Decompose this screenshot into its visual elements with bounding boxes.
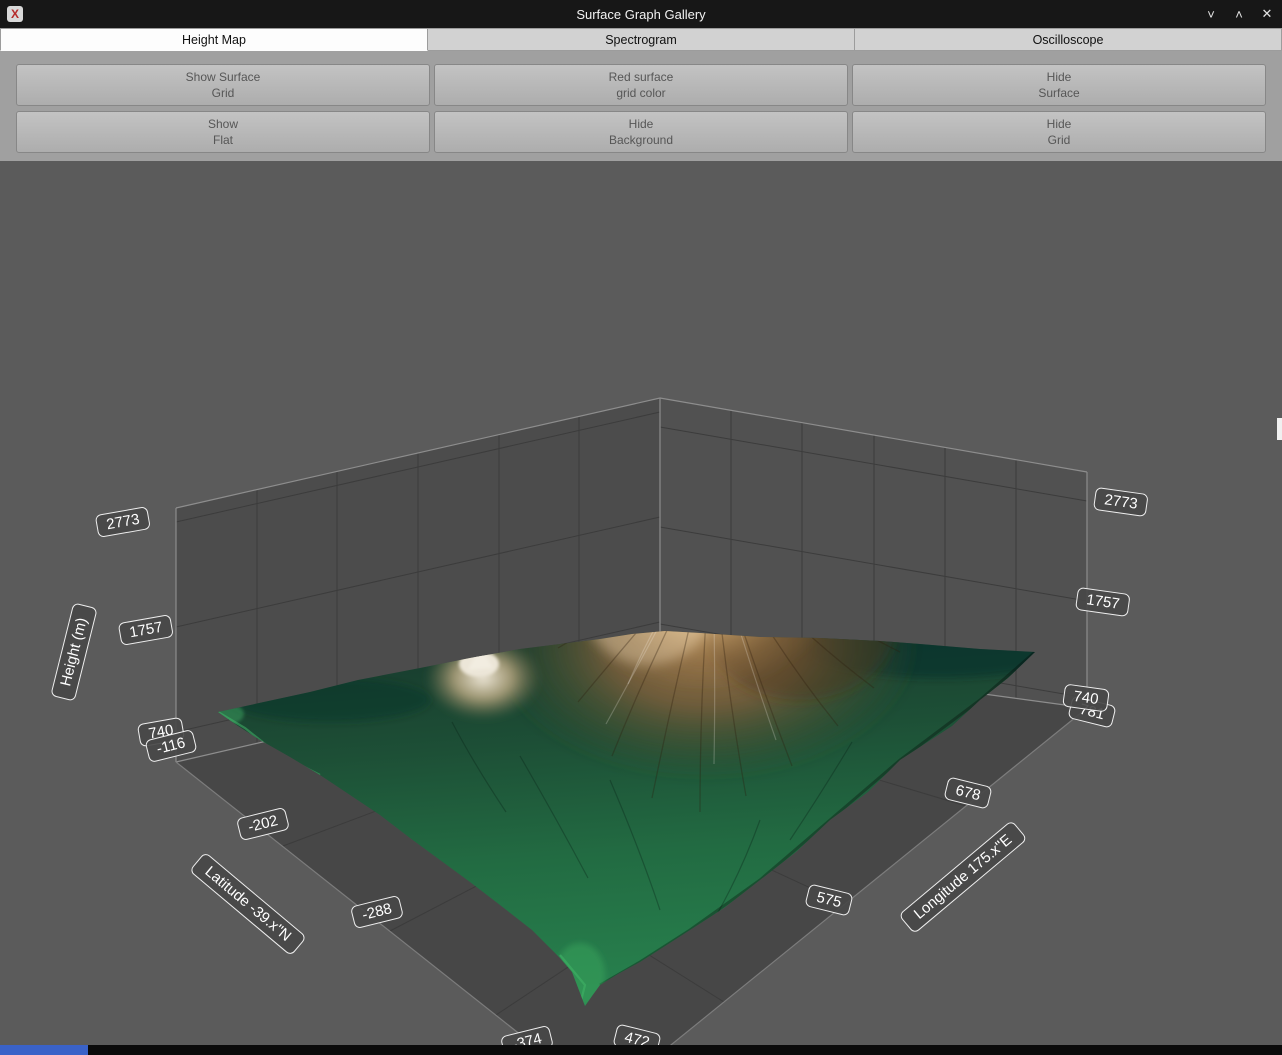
button-label: Show bbox=[208, 116, 238, 132]
button-label: Grid bbox=[1048, 132, 1071, 148]
maximize-window-button[interactable]: ˄ bbox=[1230, 5, 1248, 23]
hide-grid-button[interactable]: Hide Grid bbox=[852, 111, 1266, 153]
button-label: Hide bbox=[629, 116, 654, 132]
titlebar[interactable]: X Surface Graph Gallery ˅ ˄ ✕ bbox=[0, 0, 1282, 28]
button-label: grid color bbox=[616, 85, 665, 101]
shade-window-button[interactable]: ˅ bbox=[1202, 5, 1220, 23]
tab-oscilloscope[interactable]: Oscilloscope bbox=[855, 28, 1282, 51]
show-surface-grid-button[interactable]: Show Surface Grid bbox=[16, 64, 430, 106]
toolbar: Show Surface Grid Red surface grid color… bbox=[0, 51, 1282, 161]
bottom-strip bbox=[0, 1045, 1282, 1055]
hide-surface-button[interactable]: Hide Surface bbox=[852, 64, 1266, 106]
tab-height-map[interactable]: Height Map bbox=[0, 28, 428, 51]
window-title: Surface Graph Gallery bbox=[0, 0, 1282, 28]
app-icon: X bbox=[7, 6, 23, 22]
button-label: Hide bbox=[1047, 69, 1072, 85]
background-window-sliver bbox=[1277, 418, 1282, 440]
button-label: Hide bbox=[1047, 116, 1072, 132]
button-label: Show Surface bbox=[186, 69, 261, 85]
button-label: Background bbox=[609, 132, 673, 148]
button-label: Flat bbox=[213, 132, 233, 148]
button-label: Surface bbox=[1038, 85, 1079, 101]
surface-plot-canvas[interactable]: 2773 1757 740 Height (m) 781 2773 1757 7… bbox=[0, 161, 1282, 1045]
show-flat-button[interactable]: Show Flat bbox=[16, 111, 430, 153]
button-label: Grid bbox=[212, 85, 235, 101]
hide-background-button[interactable]: Hide Background bbox=[434, 111, 848, 153]
close-window-button[interactable]: ✕ bbox=[1258, 5, 1276, 23]
taskbar-fragment[interactable] bbox=[0, 1045, 88, 1055]
button-label: Red surface bbox=[609, 69, 674, 85]
tab-spectrogram[interactable]: Spectrogram bbox=[428, 28, 855, 51]
window-controls: ˅ ˄ ✕ bbox=[1202, 0, 1276, 28]
red-surface-grid-color-button[interactable]: Red surface grid color bbox=[434, 64, 848, 106]
tab-bar: Height Map Spectrogram Oscilloscope bbox=[0, 28, 1282, 51]
